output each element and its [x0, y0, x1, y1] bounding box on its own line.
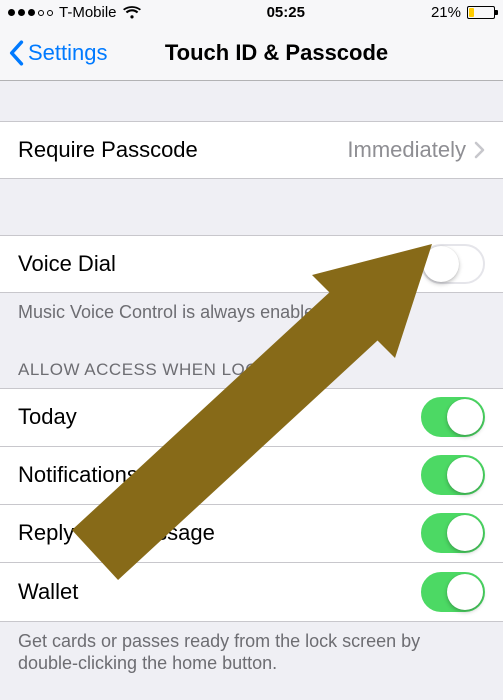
allow-access-item: Today — [0, 389, 503, 447]
allow-access-item-switch[interactable] — [421, 513, 485, 553]
allow-access-item-switch[interactable] — [421, 455, 485, 495]
carrier-label: T-Mobile — [59, 4, 117, 21]
allow-access-item: Notifications View — [0, 447, 503, 505]
allow-access-group: Today Notifications View Reply with Messag… — [0, 388, 503, 622]
status-right: 21% — [431, 4, 495, 21]
require-passcode-cell[interactable]: Require Passcode Immediately — [0, 121, 503, 179]
allow-access-item: Reply with Message — [0, 505, 503, 563]
back-button[interactable]: Settings — [8, 40, 108, 66]
content: Require Passcode Immediately Voice Dial … — [0, 81, 503, 675]
battery-icon — [467, 6, 495, 19]
allow-access-item-label: Reply with Message — [18, 520, 421, 546]
require-passcode-value: Immediately — [347, 137, 466, 163]
wifi-icon — [123, 6, 141, 20]
allow-access-item: Wallet — [0, 563, 503, 621]
allow-access-header: ALLOW ACCESS WHEN LOCKED: — [0, 360, 503, 388]
nav-bar: Settings Touch ID & Passcode — [0, 25, 503, 81]
voice-dial-footer: Music Voice Control is always enabled. — [0, 293, 503, 324]
allow-access-item-switch[interactable] — [421, 572, 485, 612]
allow-access-item-switch[interactable] — [421, 397, 485, 437]
allow-access-item-label: Notifications View — [18, 462, 421, 488]
clock: 05:25 — [267, 4, 305, 21]
voice-dial-cell: Voice Dial — [0, 235, 503, 293]
voice-dial-label: Voice Dial — [18, 251, 421, 277]
allow-access-item-label: Wallet — [18, 579, 421, 605]
chevron-left-icon — [8, 40, 24, 66]
signal-strength — [8, 9, 53, 16]
chevron-right-icon — [474, 141, 485, 159]
voice-dial-switch[interactable] — [421, 244, 485, 284]
status-left: T-Mobile — [8, 4, 141, 21]
allow-access-item-label: Today — [18, 404, 421, 430]
allow-access-footer: Get cards or passes ready from the lock … — [0, 622, 503, 675]
status-bar: T-Mobile 05:25 21% — [0, 0, 503, 25]
back-label: Settings — [28, 40, 108, 66]
require-passcode-label: Require Passcode — [18, 137, 347, 163]
battery-percentage: 21% — [431, 4, 461, 21]
